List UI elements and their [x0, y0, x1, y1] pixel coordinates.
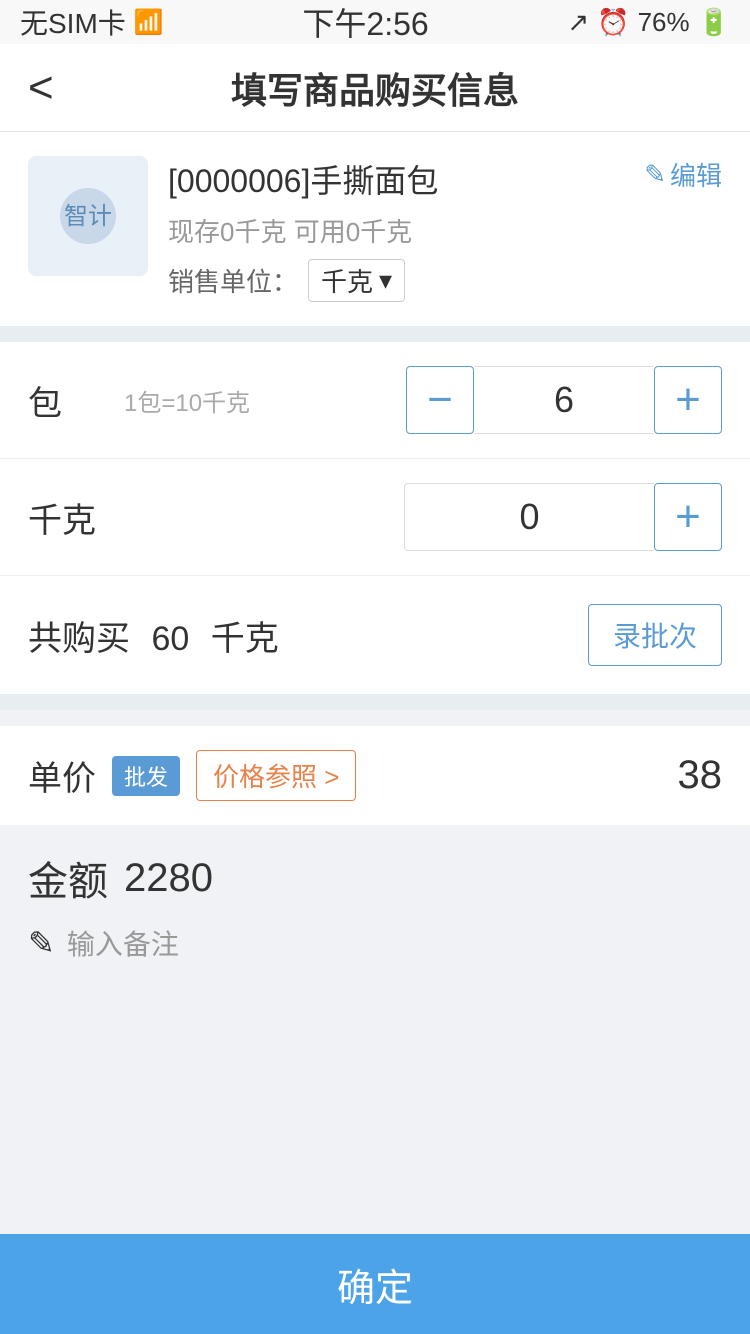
package-quantity-control: − + — [406, 366, 722, 434]
price-ref-button[interactable]: 价格参照 > — [196, 750, 356, 801]
status-bar: 无SIM卡 📶 下午2:56 ↗ ⏰ 76% 🔋 — [0, 0, 750, 44]
package-minus-button[interactable]: − — [406, 366, 474, 434]
package-row: 包 1包=10千克 − + — [0, 342, 750, 459]
amount-label: 金额 — [28, 849, 108, 907]
edit-button[interactable]: ✎ 编辑 — [644, 156, 722, 193]
stock-label: 现存0千克 — [168, 217, 286, 247]
amount-row: 金额 2280 — [28, 849, 722, 907]
total-amount: 60 — [151, 620, 189, 658]
unit-value: 千克 — [321, 262, 373, 299]
price-section: 单价 批发 价格参照 > 38 — [0, 726, 750, 825]
kg-row: 千克 + — [0, 459, 750, 576]
section-divider-1 — [0, 326, 750, 342]
total-label: 共购买 60 千克 — [28, 611, 279, 660]
battery-label: 76% — [638, 7, 690, 38]
unit-select[interactable]: 千克 ▾ — [308, 259, 405, 302]
location-icon: ↗ — [567, 7, 589, 38]
package-quantity-input[interactable] — [474, 366, 654, 434]
product-section: 智计 [0000006]手撕面包 现存0千克 可用0千克 销售单位： 千克 ▾ … — [0, 132, 750, 326]
svg-text:智计: 智计 — [64, 203, 112, 230]
price-label: 单价 — [28, 751, 96, 800]
wifi-icon: 📶 — [134, 8, 164, 37]
input-section: 包 1包=10千克 − + 千克 + — [0, 342, 750, 576]
remark-row[interactable]: ✎ 输入备注 — [28, 923, 722, 987]
page-title: 填写商品购买信息 — [231, 62, 519, 114]
status-right: ↗ ⏰ 76% 🔋 — [567, 7, 730, 38]
unit-dropdown-icon: ▾ — [379, 265, 392, 296]
kg-plus-button[interactable]: + — [654, 483, 722, 551]
battery-icon: 🔋 — [698, 7, 730, 38]
alarm-icon: ⏰ — [597, 7, 629, 38]
nav-bar: < 填写商品购买信息 — [0, 44, 750, 132]
kg-label: 千克 — [28, 493, 108, 542]
product-logo-icon: 智计 — [58, 186, 118, 246]
package-plus-button[interactable]: + — [654, 366, 722, 434]
section-divider-2 — [0, 694, 750, 710]
package-label: 包 — [28, 376, 108, 425]
price-tag: 批发 — [112, 756, 180, 796]
confirm-button[interactable]: 确定 — [0, 1234, 750, 1334]
total-prefix: 共购买 — [28, 620, 130, 658]
available-label: 可用0千克 — [294, 217, 412, 247]
product-image: 智计 — [28, 156, 148, 276]
price-ref-label: 价格参照 > — [213, 757, 339, 794]
product-stock: 现存0千克 可用0千克 — [168, 212, 722, 249]
kg-quantity-input[interactable] — [404, 483, 654, 551]
edit-icon: ✎ — [644, 159, 666, 190]
total-unit: 千克 — [211, 620, 279, 658]
product-info: [0000006]手撕面包 现存0千克 可用0千克 销售单位： 千克 ▾ — [168, 156, 722, 302]
back-button[interactable]: < — [28, 63, 54, 113]
edit-label: 编辑 — [670, 156, 722, 193]
remark-placeholder: 输入备注 — [67, 923, 179, 963]
batch-button[interactable]: 录批次 — [588, 604, 722, 666]
status-left: 无SIM卡 📶 — [20, 2, 164, 42]
product-name: [0000006]手撕面包 — [168, 156, 722, 202]
amount-value: 2280 — [124, 856, 213, 901]
kg-quantity-control: + — [404, 483, 722, 551]
amount-section: 金额 2280 ✎ 输入备注 — [0, 825, 750, 987]
carrier-label: 无SIM卡 — [20, 2, 126, 42]
total-row: 共购买 60 千克 录批次 — [0, 576, 750, 694]
remark-icon: ✎ — [28, 924, 55, 962]
product-unit-row: 销售单位： 千克 ▾ — [168, 259, 722, 302]
price-value: 38 — [372, 753, 722, 798]
package-sublabel: 1包=10千克 — [124, 383, 390, 418]
unit-label-text: 销售单位： — [168, 262, 298, 299]
status-time: 下午2:56 — [302, 0, 428, 45]
